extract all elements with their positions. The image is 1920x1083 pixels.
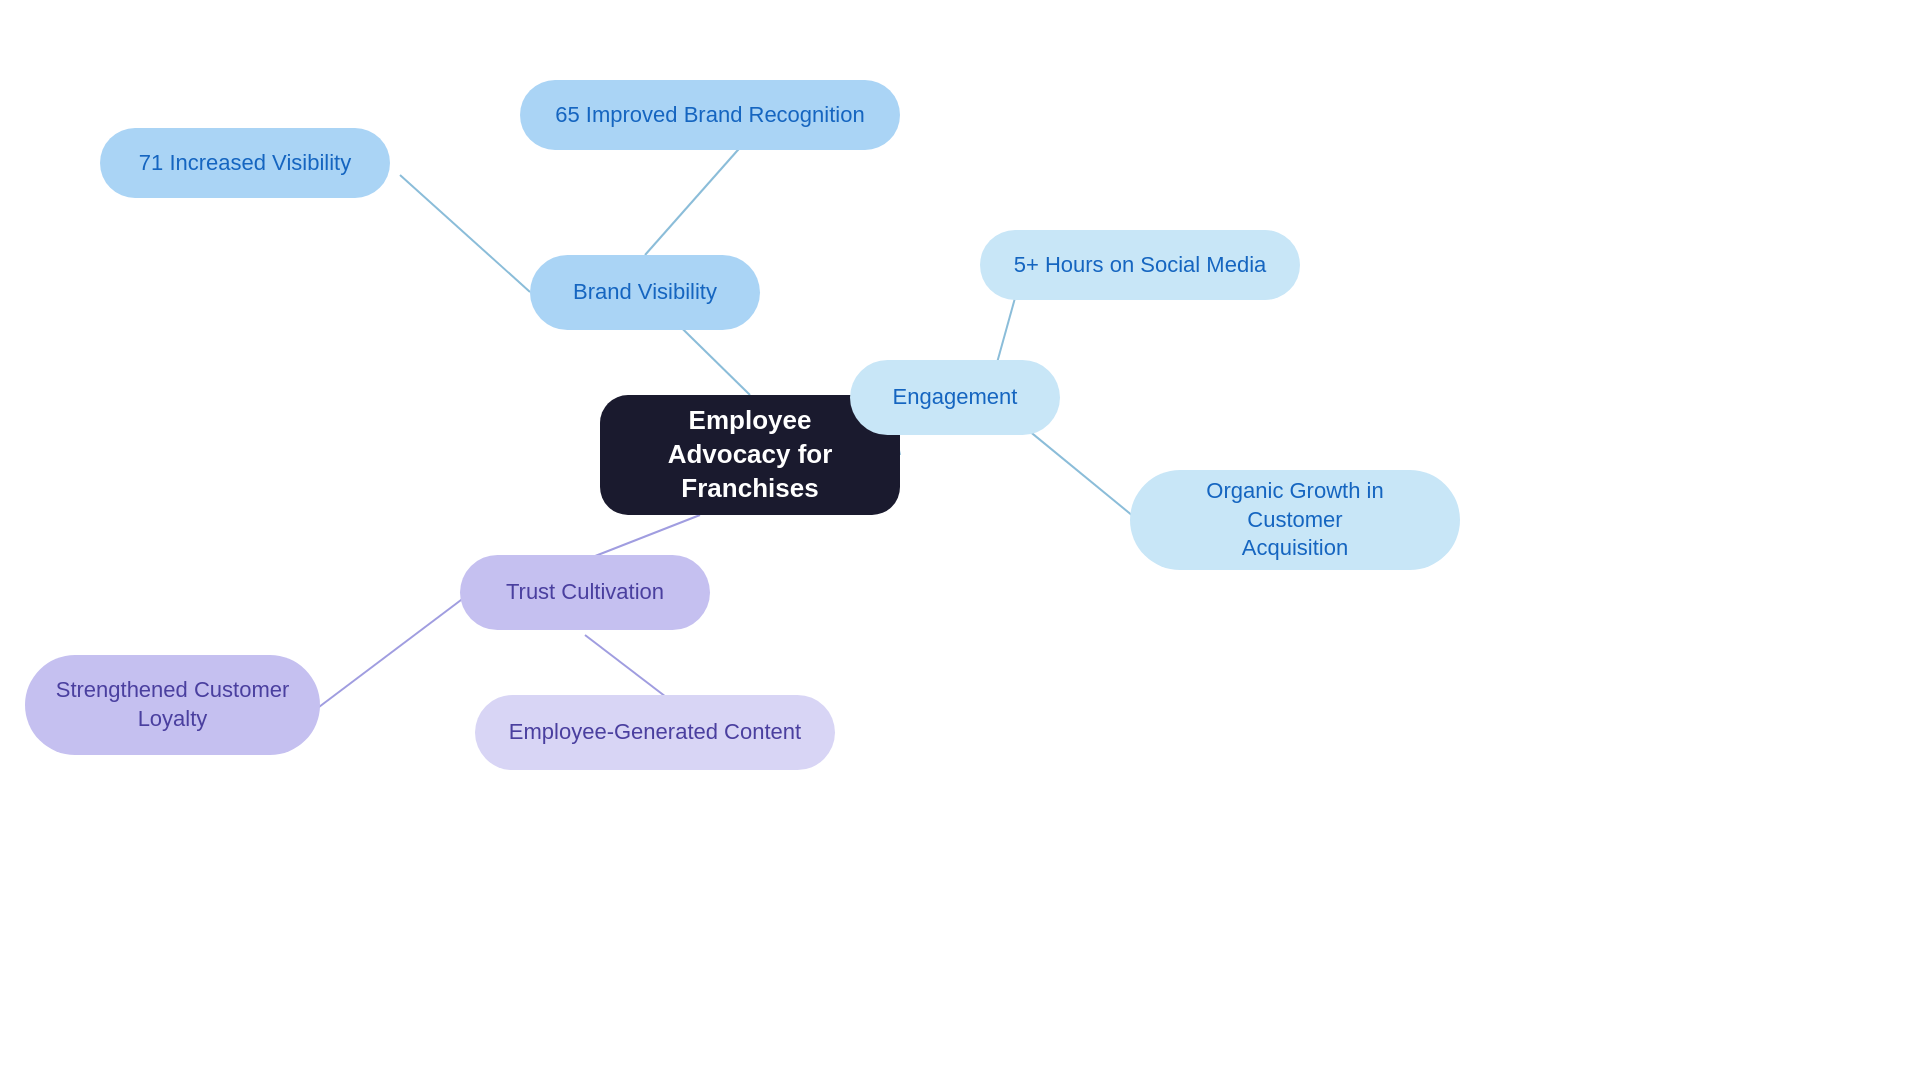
employee-content-node: Employee-Generated Content (475, 695, 835, 770)
social-media-label: 5+ Hours on Social Media (1014, 251, 1267, 280)
increased-visibility-node: 71 Increased Visibility (100, 128, 390, 198)
organic-growth-label: Organic Growth in CustomerAcquisition (1158, 477, 1432, 563)
trust-cultivation-label: Trust Cultivation (506, 578, 664, 607)
organic-growth-node: Organic Growth in CustomerAcquisition (1130, 470, 1460, 570)
customer-loyalty-node: Strengthened CustomerLoyalty (25, 655, 320, 755)
svg-line-6 (585, 515, 700, 560)
engagement-label: Engagement (893, 383, 1018, 412)
social-media-node: 5+ Hours on Social Media (980, 230, 1300, 300)
svg-line-8 (585, 635, 670, 700)
improved-brand-recognition-node: 65 Improved Brand Recognition (520, 80, 900, 150)
svg-line-2 (400, 175, 530, 292)
increased-visibility-label: 71 Increased Visibility (139, 149, 351, 178)
customer-loyalty-label: Strengthened CustomerLoyalty (56, 676, 290, 733)
svg-line-7 (315, 597, 465, 710)
brand-visibility-node: Brand Visibility (530, 255, 760, 330)
center-label: Employee Advocacy forFranchises (628, 404, 872, 505)
employee-content-label: Employee-Generated Content (509, 718, 801, 747)
improved-brand-recognition-label: 65 Improved Brand Recognition (555, 101, 864, 130)
brand-visibility-label: Brand Visibility (573, 278, 717, 307)
trust-cultivation-node: Trust Cultivation (460, 555, 710, 630)
engagement-node: Engagement (850, 360, 1060, 435)
